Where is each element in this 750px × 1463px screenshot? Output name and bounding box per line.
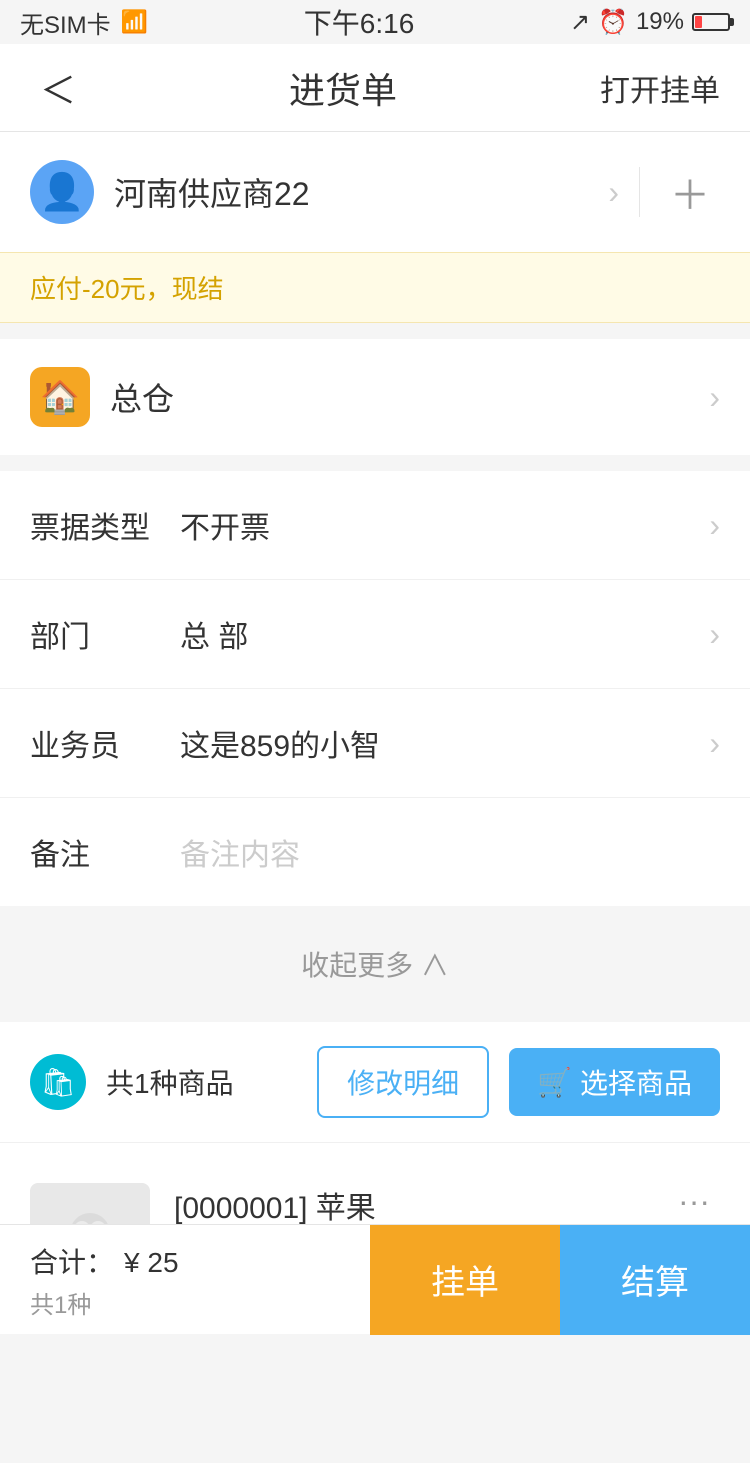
page-title: 进货单 xyxy=(289,62,397,114)
product-icon: 🛍 xyxy=(30,1054,86,1110)
warehouse-chevron-icon: › xyxy=(709,379,720,416)
product-count: 共1种商品 xyxy=(106,1062,297,1102)
vertical-divider xyxy=(639,167,640,217)
select-product-label: 选择商品 xyxy=(580,1062,692,1102)
total-count: 共1种 xyxy=(30,1285,340,1320)
battery-percent: 19% xyxy=(636,8,684,36)
status-bar: 无SIM卡 📶 下午6:16 ↗ ⏰ 19% xyxy=(0,0,750,44)
status-carrier: 无SIM卡 📶 xyxy=(20,5,148,40)
dept-value: 总 部 xyxy=(160,612,709,656)
warehouse-row[interactable]: 🏠 总仓 › xyxy=(0,339,750,455)
dept-row[interactable]: 部门 总 部 › xyxy=(0,580,750,689)
warehouse-icon: 🏠 xyxy=(30,367,90,427)
collapse-label: 收起更多 ∧ xyxy=(301,950,449,981)
battery-icon xyxy=(692,13,730,31)
sales-chevron-icon: › xyxy=(709,725,720,762)
remark-label: 备注 xyxy=(30,830,160,874)
product-menu-button[interactable]: ··· xyxy=(668,1183,720,1220)
supplier-row[interactable]: 👤 河南供应商22 › ＋ xyxy=(0,132,750,252)
warehouse-section: 🏠 总仓 › xyxy=(0,339,750,455)
sales-label: 业务员 xyxy=(30,721,160,765)
settle-button[interactable]: 结算 xyxy=(560,1225,750,1335)
total-amount: 合计： ¥ 25 xyxy=(30,1239,340,1281)
nav-bar: ＜ 进货单 打开挂单 xyxy=(0,44,750,132)
carrier-text: 无SIM卡 xyxy=(20,5,111,40)
supplier-info-bar: 应付-20元，现结 xyxy=(0,252,750,323)
total-section: 合计： ¥ 25 共1种 xyxy=(0,1239,370,1320)
product-code: [0000001] 苹果 xyxy=(174,1192,376,1225)
remark-row[interactable]: 备注 备注内容 xyxy=(0,798,750,906)
warehouse-name: 总仓 xyxy=(110,374,709,420)
total-label: 合计： xyxy=(30,1247,114,1278)
product-name: [0000001] 苹果 xyxy=(174,1183,644,1227)
sales-row[interactable]: 业务员 这是859的小智 › xyxy=(0,689,750,798)
edit-detail-button[interactable]: 修改明细 xyxy=(317,1046,489,1118)
supplier-chevron-icon: › xyxy=(608,174,619,211)
form-section: 票据类型 不开票 › 部门 总 部 › 业务员 这是859的小智 › 备注 备注… xyxy=(0,471,750,906)
invoice-value: 不开票 xyxy=(160,503,709,547)
supplier-name: 河南供应商22 xyxy=(114,169,608,215)
invoice-chevron-icon: › xyxy=(709,507,720,544)
collapse-bar[interactable]: 收起更多 ∧ xyxy=(0,922,750,1006)
location-icon: ↗ xyxy=(570,8,590,37)
sales-value: 这是859的小智 xyxy=(160,721,709,765)
supplier-section: 👤 河南供应商22 › ＋ 应付-20元，现结 xyxy=(0,132,750,323)
total-value: ¥ 25 xyxy=(124,1247,179,1278)
battery-fill xyxy=(695,16,702,28)
invoice-row[interactable]: 票据类型 不开票 › xyxy=(0,471,750,580)
add-button[interactable]: ＋ xyxy=(660,163,720,221)
avatar-icon: 👤 xyxy=(40,171,85,213)
bottom-bar: 合计： ¥ 25 共1种 挂单 结算 xyxy=(0,1224,750,1334)
status-time: 下午6:16 xyxy=(304,2,415,42)
hang-button[interactable]: 挂单 xyxy=(370,1225,560,1335)
dept-chevron-icon: › xyxy=(709,616,720,653)
status-indicators: ↗ ⏰ 19% xyxy=(570,8,730,37)
product-header: 🛍 共1种商品 修改明细 🛒 选择商品 xyxy=(0,1022,750,1143)
invoice-label: 票据类型 xyxy=(30,503,160,547)
select-product-icon: 🛒 xyxy=(537,1066,572,1099)
back-button[interactable]: ＜ xyxy=(30,52,86,124)
select-product-button[interactable]: 🛒 选择商品 xyxy=(509,1048,720,1116)
supplier-avatar: 👤 xyxy=(30,160,94,224)
open-hang-button[interactable]: 打开挂单 xyxy=(600,66,720,110)
alarm-icon: ⏰ xyxy=(598,8,628,37)
dept-label: 部门 xyxy=(30,612,160,656)
remark-placeholder: 备注内容 xyxy=(160,830,720,874)
wifi-icon: 📶 xyxy=(121,9,148,35)
